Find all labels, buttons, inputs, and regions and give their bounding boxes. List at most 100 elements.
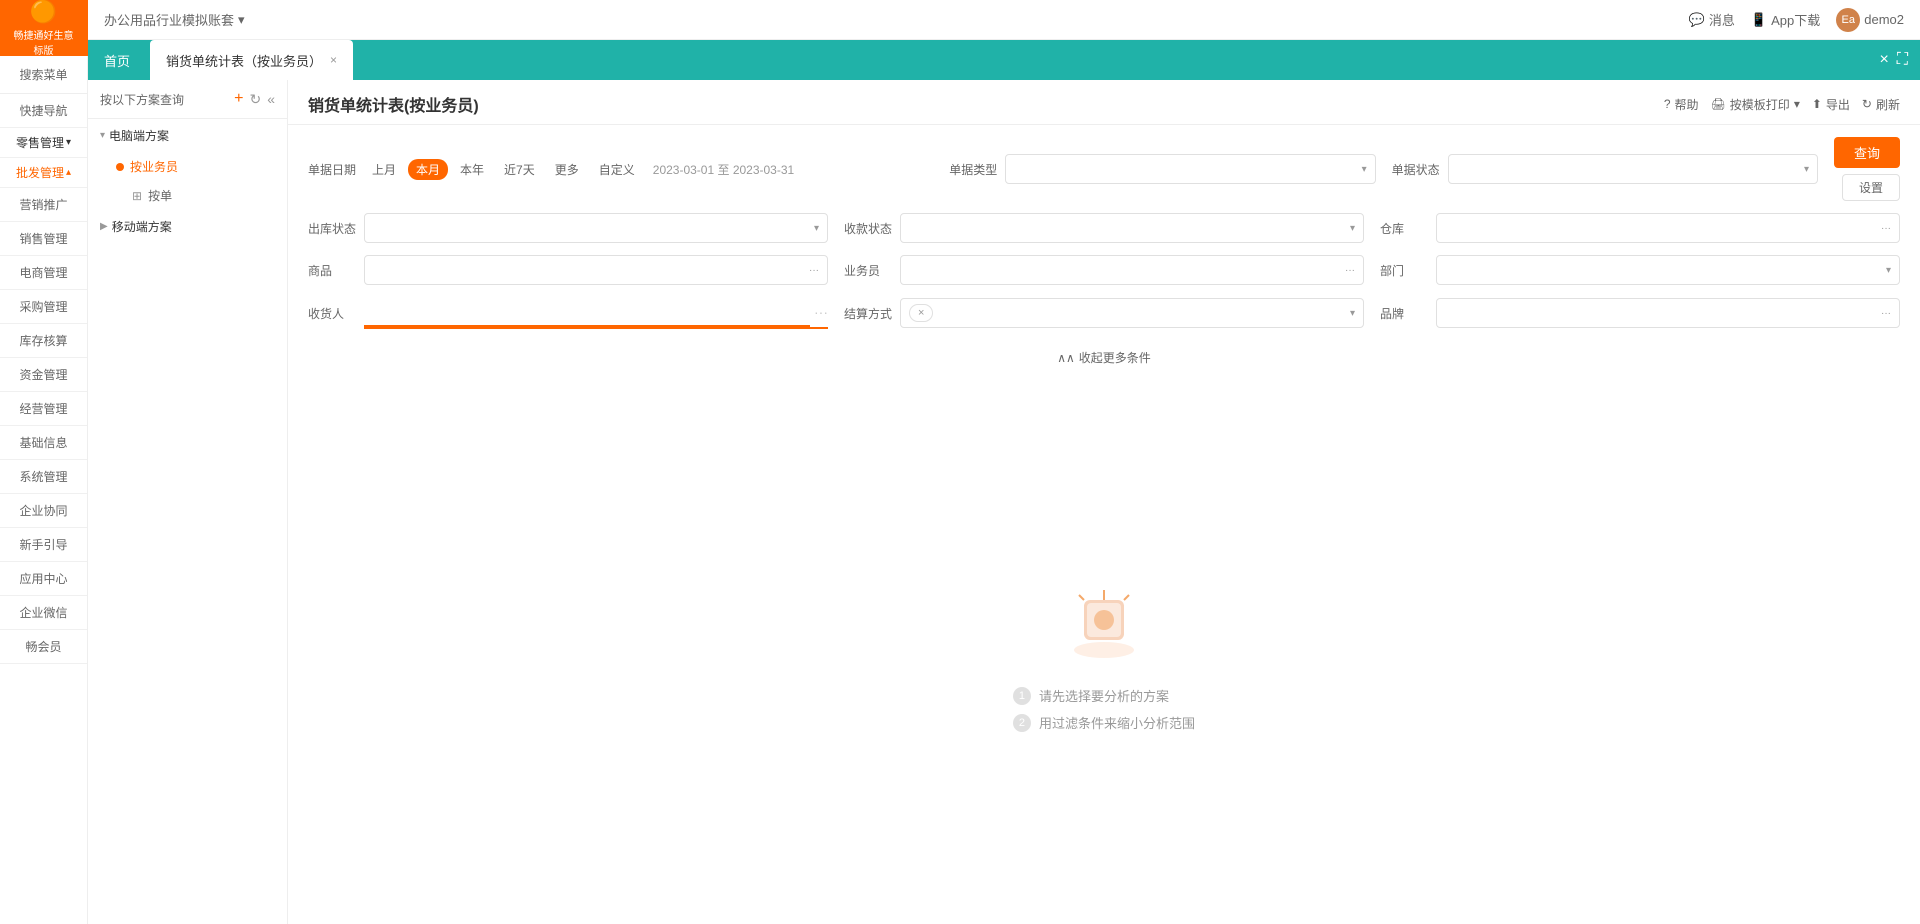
payment-select[interactable]: × ▾	[900, 298, 1364, 328]
scheme-group-mobile-header[interactable]: ▶ 移动端方案	[88, 210, 287, 243]
brand-select[interactable]: ···	[1436, 298, 1900, 328]
message-btn[interactable]: 💬 消息	[1689, 10, 1735, 29]
tab-sales-report[interactable]: 销货单统计表（按业务员） ×	[150, 40, 353, 80]
export-btn[interactable]: ⬆ 导出	[1812, 96, 1850, 113]
sidebar-item-newguide[interactable]: 新手引导	[0, 528, 87, 562]
print-btn[interactable]: 🖨 按模板打印 ▾	[1711, 96, 1800, 113]
receiver-dots[interactable]: ···	[814, 304, 828, 320]
wholesale-arrow: ▴	[66, 167, 71, 178]
company-selector[interactable]: 办公用品行业模拟账套 ▾	[104, 10, 245, 29]
department-select[interactable]: ▾	[1436, 255, 1900, 285]
collapse-row[interactable]: ∧∧ 收起更多条件	[308, 341, 1900, 374]
logo-text: 畅捷通好生意	[14, 27, 74, 42]
sidebar-item-marketing[interactable]: 营销推广	[0, 188, 87, 222]
goods-label: 商品	[308, 262, 358, 279]
user-avatar-btn[interactable]: Ea demo2	[1836, 8, 1904, 32]
date-range-display: 2023-03-01 至 2023-03-31	[653, 161, 794, 178]
receipt-status-label: 收款状态	[844, 220, 894, 237]
page-header: 销货单统计表(按业务员) ? 帮助 🖨 按模板打印 ▾ ⬆ 导出	[288, 80, 1920, 125]
brand-label: 品牌	[1380, 305, 1430, 322]
tabbar-controls: × ⛶	[1879, 51, 1920, 69]
date-custom[interactable]: 自定义	[591, 159, 643, 180]
empty-state: 1 请先选择要分析的方案 2 用过滤条件来缩小分析范围	[288, 386, 1920, 924]
receipt-status-select[interactable]: ▾	[900, 213, 1364, 243]
search-menu[interactable]: 搜索菜单	[0, 56, 87, 94]
payment-tag-close[interactable]: ×	[918, 307, 924, 319]
sidebar-item-wechat[interactable]: 企业微信	[0, 596, 87, 630]
company-dropdown-icon: ▾	[238, 12, 245, 28]
sidebar-item-operation[interactable]: 经营管理	[0, 392, 87, 426]
filter-actions: 查询 设置	[1834, 137, 1900, 201]
goods-select[interactable]: ···	[364, 255, 828, 285]
tabbar: 首页 销货单统计表（按业务员） × × ⛶	[88, 40, 1920, 80]
tab-maximize-btn[interactable]: ⛶	[1897, 51, 1908, 69]
out-status-arrow: ▾	[814, 223, 819, 234]
empty-illustration	[1054, 570, 1154, 670]
tab-home[interactable]: 首页	[88, 40, 146, 80]
empty-steps-list: 1 请先选择要分析的方案 2 用过滤条件来缩小分析范围	[1013, 686, 1195, 740]
group-label-desktop: 电脑端方案	[109, 127, 169, 144]
sidebar-item-finance[interactable]: 资金管理	[0, 358, 87, 392]
help-btn[interactable]: ? 帮助	[1664, 96, 1699, 113]
scheme-add-btn[interactable]: +	[234, 90, 243, 108]
goods-dots: ···	[809, 265, 819, 276]
filter-row-2: 出库状态 ▾ 收款状态 ▾ 仓库	[308, 213, 1900, 243]
app-logo: 🟠 畅捷通好生意 标版	[0, 0, 88, 56]
print-arrow: ▾	[1794, 97, 1800, 111]
sidebar-item-sales[interactable]: 销售管理	[0, 222, 87, 256]
sidebar-item-system[interactable]: 系统管理	[0, 460, 87, 494]
scheme-icon-order: ⊞	[132, 189, 142, 203]
scheme-refresh-btn[interactable]: ↻	[249, 91, 261, 108]
scheme-panel-title: 按以下方案查询	[100, 91, 184, 108]
message-label: 消息	[1709, 10, 1735, 29]
collapse-label: 收起更多条件	[1079, 349, 1151, 366]
doc-type-select[interactable]: ▾	[1005, 154, 1375, 184]
refresh-btn[interactable]: ↻ 刷新	[1862, 96, 1900, 113]
date-this-month[interactable]: 本月	[408, 159, 448, 180]
scheme-item-salesman[interactable]: 按业务员	[88, 152, 287, 181]
date-label: 单据日期	[308, 161, 358, 178]
date-this-year[interactable]: 本年	[452, 159, 492, 180]
retail-label: 零售管理	[16, 134, 64, 151]
filter-row-4: 收货人 ··· 结算方式 × ▾	[308, 297, 1900, 329]
warehouse-select[interactable]: ···	[1436, 213, 1900, 243]
quick-nav[interactable]: 快捷导航	[0, 94, 87, 128]
app-download-label: App下载	[1771, 10, 1820, 29]
step-text-1: 请先选择要分析的方案	[1039, 686, 1169, 705]
sidebar-item-enterprise[interactable]: 企业协同	[0, 494, 87, 528]
page-header-actions: ? 帮助 🖨 按模板打印 ▾ ⬆ 导出 ↻ 刷新	[1664, 96, 1900, 113]
receiver-input[interactable]	[364, 297, 810, 327]
out-status-label: 出库状态	[308, 220, 358, 237]
sidebar-item-retail[interactable]: 零售管理 ▾	[0, 128, 87, 158]
tab-close-window-btn[interactable]: ×	[1879, 51, 1888, 69]
sidebar-item-basic[interactable]: 基础信息	[0, 426, 87, 460]
scheme-group-desktop-header[interactable]: ▾ 电脑端方案	[88, 119, 287, 152]
query-btn[interactable]: 查询	[1834, 137, 1900, 168]
sidebar-item-wholesale[interactable]: 批发管理 ▴	[0, 158, 87, 188]
payment-tag: ×	[909, 304, 933, 322]
setting-btn[interactable]: 设置	[1842, 174, 1900, 201]
sidebar-item-purchase[interactable]: 采购管理	[0, 290, 87, 324]
date-more[interactable]: 更多	[547, 159, 587, 180]
app-download-btn[interactable]: 📱 App下载	[1751, 10, 1820, 29]
logo-sub: 标版	[34, 42, 54, 57]
scheme-item-order[interactable]: ⊞ 按单	[88, 181, 287, 210]
sidebar-item-member[interactable]: 畅会员	[0, 630, 87, 664]
export-label: 导出	[1826, 96, 1850, 113]
scheme-group-mobile: ▶ 移动端方案	[88, 210, 287, 243]
date-7days[interactable]: 近7天	[496, 159, 543, 180]
scheme-panel: 按以下方案查询 + ↻ « ▾ 电脑端方案 按业务员 ⊞ 按单	[88, 80, 288, 924]
tab-close-icon[interactable]: ×	[330, 53, 337, 67]
sidebar-item-ecommerce[interactable]: 电商管理	[0, 256, 87, 290]
sidebar-item-appcenter[interactable]: 应用中心	[0, 562, 87, 596]
topbar-right: 💬 消息 📱 App下载 Ea demo2	[1689, 8, 1904, 32]
filter-area: 单据日期 上月 本月 本年 近7天 更多 自定义 2023-03-01 至 20…	[288, 125, 1920, 386]
sidebar-item-inventory[interactable]: 库存核算	[0, 324, 87, 358]
out-status-select[interactable]: ▾	[364, 213, 828, 243]
doc-status-select[interactable]: ▾	[1448, 154, 1818, 184]
date-last-month[interactable]: 上月	[364, 159, 404, 180]
scheme-collapse-btn[interactable]: «	[267, 91, 275, 107]
department-label: 部门	[1380, 262, 1430, 279]
salesman-select[interactable]: ···	[900, 255, 1364, 285]
topbar-left: 办公用品行业模拟账套 ▾	[104, 10, 245, 29]
